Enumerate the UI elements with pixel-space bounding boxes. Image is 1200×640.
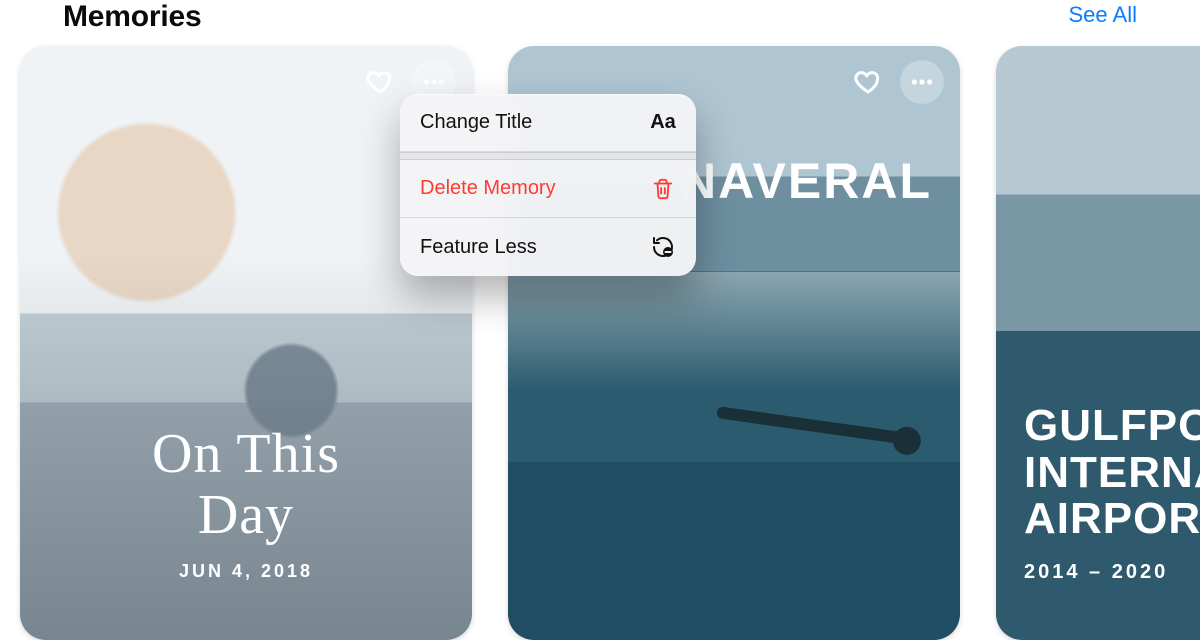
context-menu: Change Title Aa Delete Memory Feature Le… (400, 94, 696, 276)
see-all-link[interactable]: See All (1069, 0, 1138, 28)
section-title: Memories (63, 0, 201, 34)
photo-detail (716, 406, 916, 446)
memory-title-line: GULFPORT (1024, 403, 1200, 450)
memory-title-line: On This (20, 424, 472, 484)
favorite-button[interactable] (358, 60, 402, 104)
memory-title-line: AIRPORT (1024, 496, 1200, 543)
heart-icon (365, 67, 395, 97)
favorite-button[interactable] (846, 60, 890, 104)
ellipsis-icon (909, 69, 935, 95)
card-actions (846, 60, 944, 104)
text-size-icon: Aa (650, 110, 676, 136)
menu-item-change-title[interactable]: Change Title Aa (400, 94, 696, 152)
memory-title-line: INTERNAT (1024, 450, 1200, 497)
ellipsis-icon (421, 69, 447, 95)
memory-title-line: Day (20, 485, 472, 545)
menu-item-delete-memory[interactable]: Delete Memory (400, 160, 696, 218)
memory-title-block: NAVERAL (680, 156, 932, 206)
trash-icon (650, 176, 676, 202)
menu-item-label: Delete Memory (420, 177, 556, 200)
menu-item-label: Feature Less (420, 236, 537, 259)
heart-icon (853, 67, 883, 97)
memories-header: Memories See All (0, 0, 1200, 46)
more-button[interactable] (900, 60, 944, 104)
memory-subtitle: 2014 – 2020 (1024, 561, 1200, 584)
menu-item-label: Change Title (420, 111, 532, 134)
memory-title-fragment: NAVERAL (680, 156, 932, 206)
memory-card[interactable]: GULFPORT INTERNAT AIRPORT 2014 – 2020 (996, 46, 1200, 640)
memory-subtitle: JUN 4, 2018 (20, 561, 472, 582)
memory-title-block: GULFPORT INTERNAT AIRPORT 2014 – 2020 (1024, 403, 1200, 584)
memory-title-block: On This Day JUN 4, 2018 (20, 424, 472, 582)
feature-less-icon (650, 234, 676, 260)
menu-item-feature-less[interactable]: Feature Less (400, 218, 696, 276)
menu-separator (400, 152, 696, 160)
